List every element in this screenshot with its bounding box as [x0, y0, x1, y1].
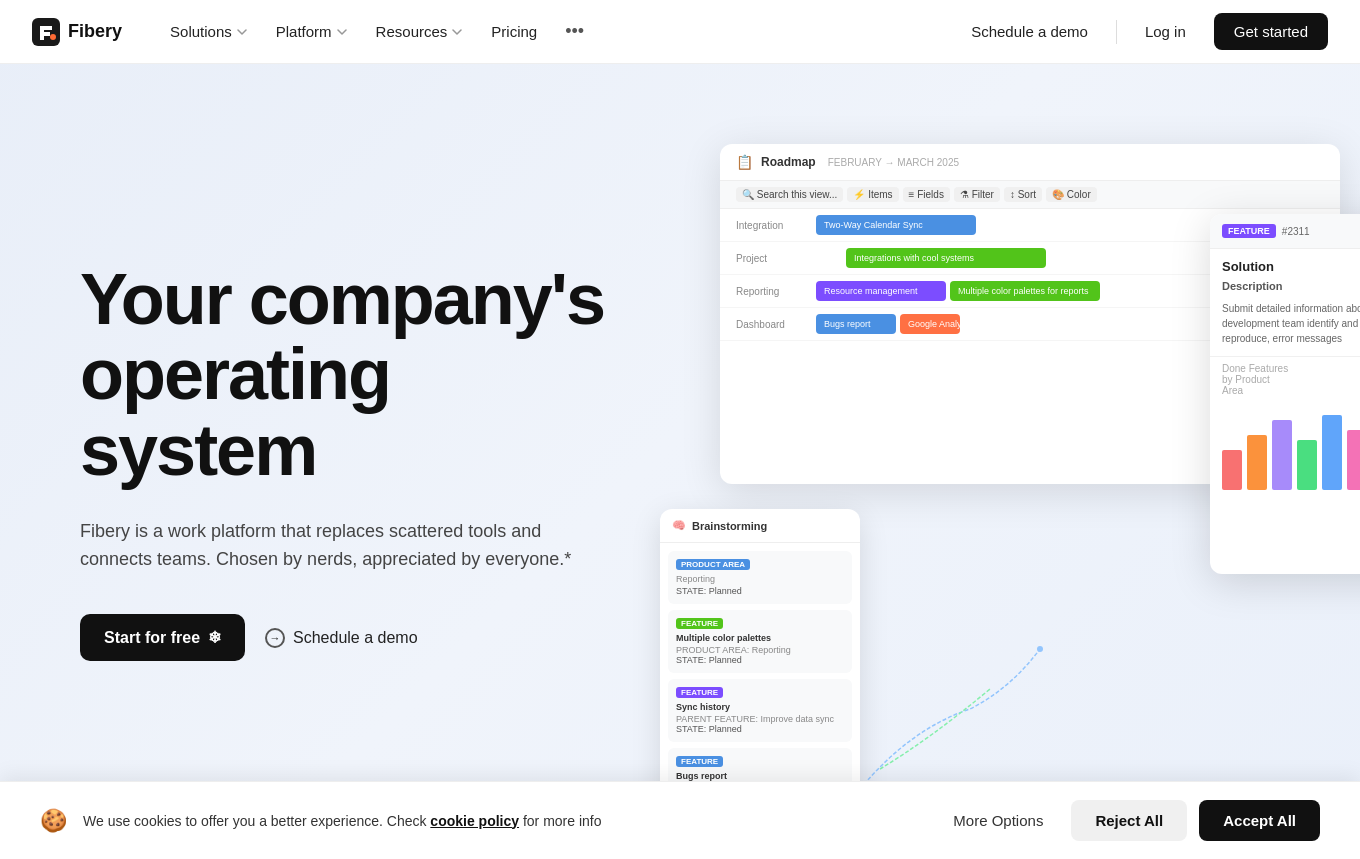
- cookie-banner: 🍪 We use cookies to offer you a better e…: [0, 781, 1360, 859]
- svg-rect-7: [1297, 440, 1317, 490]
- cookie-buttons: More Options Reject All Accept All: [937, 800, 1320, 841]
- connector-lines: [850, 609, 1050, 809]
- chevron-down-icon: [336, 26, 348, 38]
- chevron-down-icon: [451, 26, 463, 38]
- cookie-policy-link[interactable]: cookie policy: [430, 813, 519, 829]
- roadmap-lane-reporting: Reporting Resource management Multiple c…: [720, 275, 1340, 308]
- nav-more[interactable]: •••: [553, 13, 596, 50]
- brainstorm-header: 🧠 Brainstorming: [660, 509, 860, 543]
- nav-right: Schedule a demo Log in Get started: [955, 13, 1328, 50]
- roadmap-header: 📋 Roadmap FEBRUARY → MARCH 2025: [720, 144, 1340, 181]
- hero-title: Your company's operating system: [80, 262, 620, 489]
- nav-solutions[interactable]: Solutions: [158, 15, 260, 48]
- schedule-demo-cta-button[interactable]: → Schedule a demo: [265, 628, 418, 648]
- cookie-text: We use cookies to offer you a better exp…: [83, 813, 921, 829]
- hero-content: Your company's operating system Fibery i…: [0, 64, 680, 859]
- nav-pricing[interactable]: Pricing: [479, 15, 549, 48]
- arrow-circle-icon: →: [265, 628, 285, 648]
- reject-all-button[interactable]: Reject All: [1071, 800, 1187, 841]
- screenshot-container: 📋 Roadmap FEBRUARY → MARCH 2025 🔍 Search…: [660, 64, 1360, 859]
- logo[interactable]: Fibery: [32, 18, 122, 46]
- feature-detail-screenshot: FEATURE #2311 Solution Description Submi…: [1210, 214, 1360, 574]
- hero-screenshot: 📋 Roadmap FEBRUARY → MARCH 2025 🔍 Search…: [660, 64, 1360, 859]
- svg-rect-8: [1322, 415, 1342, 490]
- hero-cta: Start for free ❄ → Schedule a demo: [80, 614, 620, 661]
- nav-resources[interactable]: Resources: [364, 15, 476, 48]
- schedule-demo-button[interactable]: Schedule a demo: [955, 15, 1104, 48]
- more-options-button[interactable]: More Options: [937, 802, 1059, 839]
- start-for-free-button[interactable]: Start for free ❄: [80, 614, 245, 661]
- navbar: Fibery Solutions Platform Resources Pric…: [0, 0, 1360, 64]
- roadmap-body: Integration Two-Way Calendar Sync Projec…: [720, 209, 1340, 341]
- brainstorm-card-3: FEATURE Sync history PARENT FEATURE: Imp…: [668, 679, 852, 742]
- accept-all-button[interactable]: Accept All: [1199, 800, 1320, 841]
- svg-rect-6: [1272, 420, 1292, 490]
- hero-section: Your company's operating system Fibery i…: [0, 0, 1360, 859]
- roadmap-lane-dashboard: Dashboard Bugs report Google Analytics: [720, 308, 1340, 341]
- roadmap-screenshot: 📋 Roadmap FEBRUARY → MARCH 2025 🔍 Search…: [720, 144, 1340, 484]
- nav-links: Solutions Platform Resources Pricing •••: [158, 13, 955, 50]
- fibery-logo-icon: [32, 18, 60, 46]
- roadmap-toolbar: 🔍 Search this view... ⚡ Items ≡ Fields ⚗…: [720, 181, 1340, 209]
- login-button[interactable]: Log in: [1129, 15, 1202, 48]
- chevron-down-icon: [236, 26, 248, 38]
- roadmap-lane-project: Project Integrations with cool systems: [720, 242, 1340, 275]
- svg-rect-4: [1222, 450, 1242, 490]
- brainstorm-card-1: PRODUCT AREA Reporting STATE: Planned: [668, 551, 852, 604]
- svg-rect-5: [1247, 435, 1267, 490]
- logo-text: Fibery: [68, 21, 122, 42]
- get-started-button[interactable]: Get started: [1214, 13, 1328, 50]
- brainstorm-card-2: FEATURE Multiple color palettes PRODUCT …: [668, 610, 852, 673]
- snowflake-icon: ❄: [208, 628, 221, 647]
- hero-subtitle: Fibery is a work platform that replaces …: [80, 517, 600, 575]
- feature-field-1: Done Features by Product Area: [1210, 356, 1360, 402]
- nav-platform[interactable]: Platform: [264, 15, 360, 48]
- svg-point-3: [1037, 646, 1043, 652]
- roadmap-lane-integration: Integration Two-Way Calendar Sync: [720, 209, 1340, 242]
- nav-divider: [1116, 20, 1117, 44]
- cookie-icon: 🍪: [40, 808, 67, 834]
- svg-point-1: [50, 34, 56, 40]
- svg-rect-9: [1347, 430, 1360, 490]
- feature-header: FEATURE #2311: [1210, 214, 1360, 249]
- mini-chart: [1222, 410, 1360, 490]
